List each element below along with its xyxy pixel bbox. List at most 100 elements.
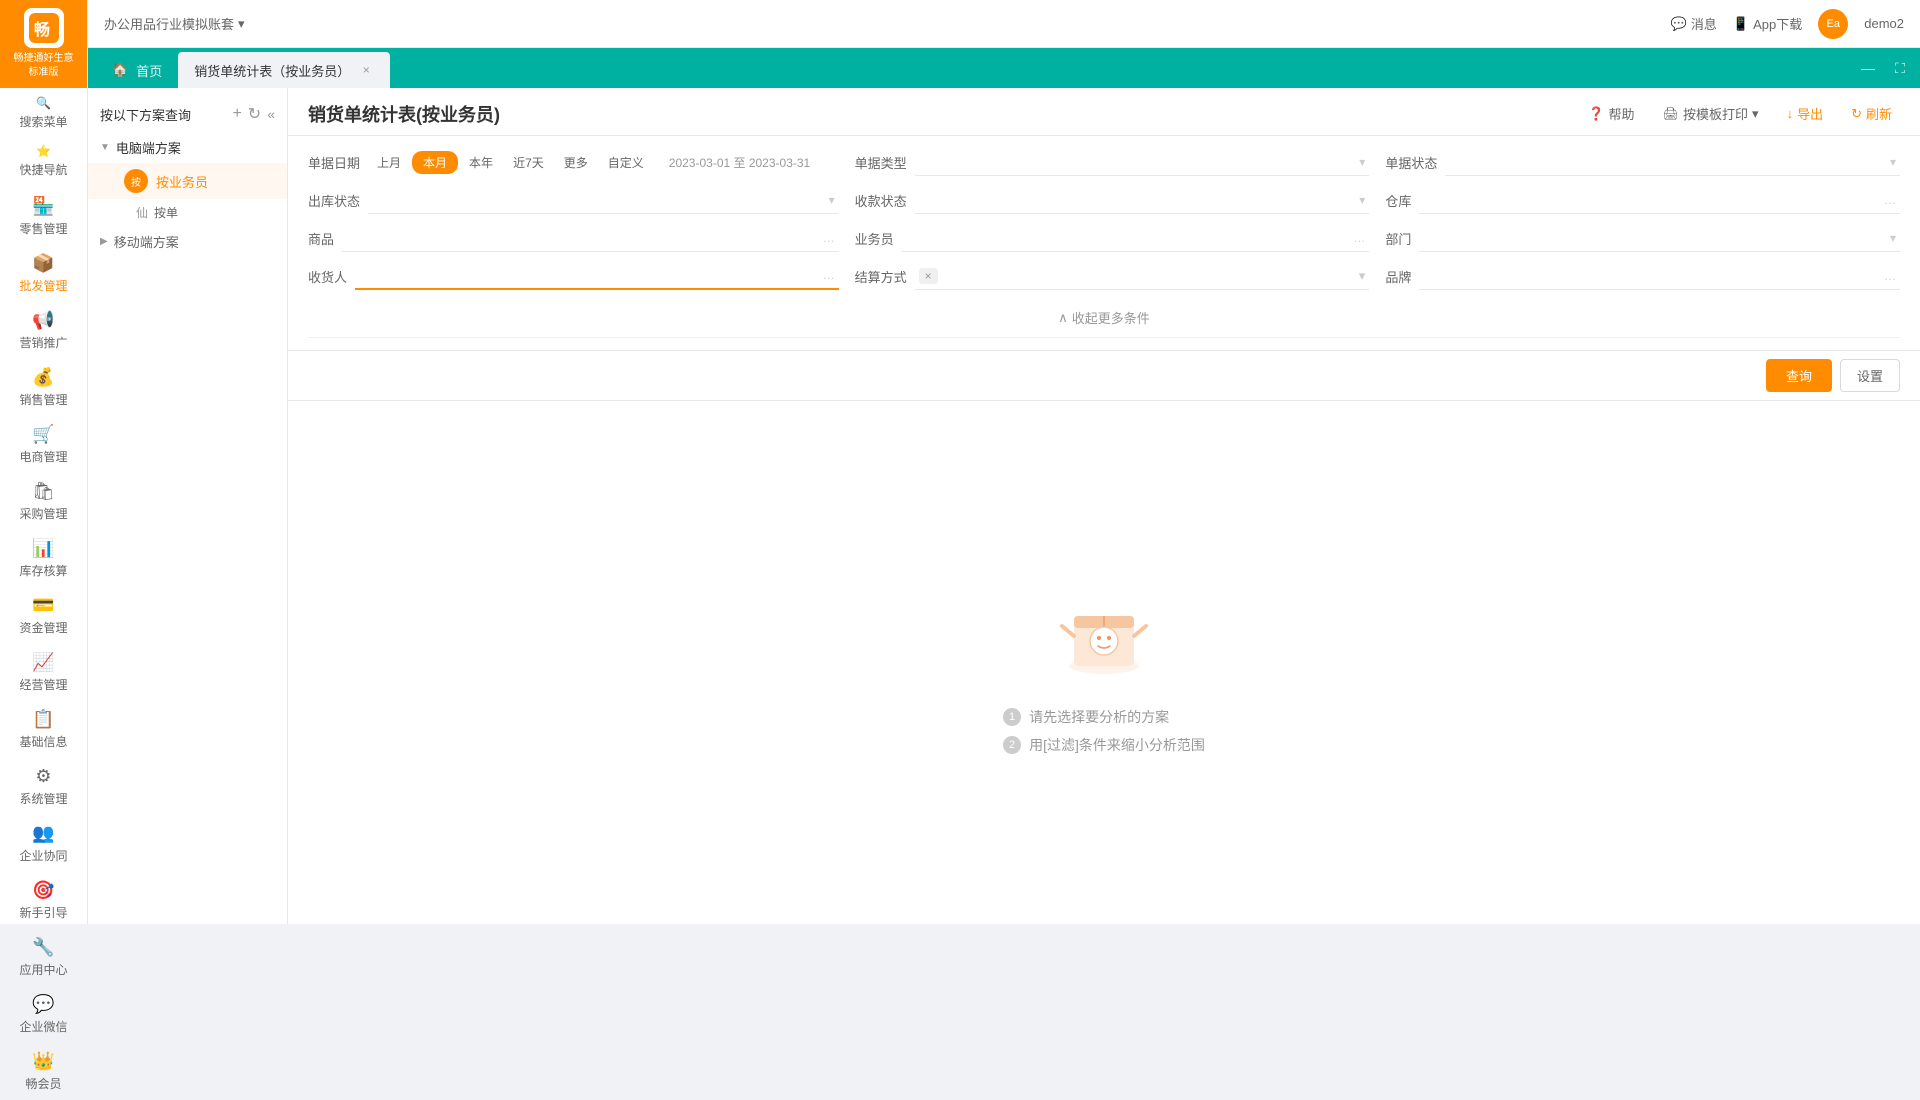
guide-icon: 🎯 [32, 880, 54, 901]
home-icon: 🏠 [112, 62, 128, 78]
sidebar-search-item[interactable]: 🔍 搜索菜单 [0, 88, 87, 138]
refresh-btn[interactable]: ↻ 刷新 [1843, 100, 1900, 127]
tab-maximize-btn[interactable]: ⛶ [1888, 56, 1912, 80]
sidebar-item-collab[interactable]: 👥 企业协同 [0, 815, 87, 872]
date-more-btn[interactable]: 更多 [555, 151, 597, 174]
sidebar-item-basic[interactable]: 📋 基础信息 [0, 701, 87, 758]
date-prev-btn[interactable]: 上月 [368, 151, 410, 174]
management-icon: 📈 [32, 652, 54, 673]
sidebar-item-inventory-label: 库存核算 [19, 562, 67, 579]
search-icon: 🔍 [36, 96, 51, 110]
msg-icon: 💬 [1671, 16, 1687, 32]
sidebar-item-system[interactable]: ⚙ 系统管理 [0, 758, 87, 815]
print-btn[interactable]: 🖨 按模板打印 ▾ [1655, 100, 1767, 127]
empty-text-block: 1 请先选择要分析的方案 2 用[过滤]条件来缩小分析范围 [1003, 707, 1205, 755]
download-icon: 📱 [1733, 16, 1749, 32]
consignee-dots: … [823, 268, 835, 282]
sidebar-item-wholesale-label: 批发管理 [19, 277, 67, 294]
date-custom-btn[interactable]: 自定义 [599, 151, 653, 174]
hint-num-2: 2 [1003, 736, 1021, 754]
sidebar-item-management[interactable]: 📈 经营管理 [0, 644, 87, 701]
export-btn[interactable]: ↓ 导出 [1779, 100, 1832, 127]
sidebar-item-sales[interactable]: 💰 销售管理 [0, 359, 87, 416]
query-button[interactable]: 查询 [1766, 359, 1832, 392]
refresh-label: 刷新 [1866, 104, 1892, 123]
tab-home[interactable]: 🏠 首页 [96, 52, 178, 88]
topbar-download-btn[interactable]: 📱 App下载 [1733, 14, 1802, 33]
sidebar-item-finance[interactable]: 💳 资金管理 [0, 587, 87, 644]
date-cur-btn[interactable]: 本月 [412, 151, 458, 174]
sidebar-item-wholesale[interactable]: 📦 批发管理 [0, 245, 87, 302]
sidebar-item-purchase[interactable]: 🛍 采购管理 [0, 473, 87, 530]
scheme-panel: 按以下方案查询 + ↻ « ▼ 电脑端方案 按 按业务员 仙 按 [88, 88, 288, 924]
logo-icon: 畅 [24, 8, 64, 48]
wechat-icon: 💬 [32, 994, 54, 1015]
goods-input[interactable]: … [342, 224, 839, 252]
date-year-btn[interactable]: 本年 [460, 151, 502, 174]
scheme-collapse-btn[interactable]: « [267, 106, 275, 122]
topbar: 办公用品行业模拟账套 ▾ 💬 消息 📱 App下载 Ea demo2 [88, 0, 1920, 48]
brand-input[interactable]: … [1419, 262, 1900, 290]
sidebar-item-retail[interactable]: 🏪 零售管理 [0, 188, 87, 245]
sidebar-search-label: 搜索菜单 [19, 113, 67, 130]
warehouse-dots: … [1884, 193, 1896, 207]
dept-chevron: ▾ [1890, 231, 1896, 245]
tab-minimize-btn[interactable]: — [1856, 56, 1880, 80]
out-status-label: 出库状态 [308, 191, 360, 210]
scheme-desktop-group-header[interactable]: ▼ 电脑端方案 [88, 132, 287, 163]
tab-sales-stats[interactable]: 销货单统计表（按业务员） × [178, 52, 390, 88]
scheme-item-by-salesman[interactable]: 按 按业务员 [88, 163, 287, 199]
sidebar-item-marketing[interactable]: 📢 营销推广 [0, 302, 87, 359]
scheme-refresh-btn[interactable]: ↻ [248, 104, 261, 124]
doc-status-input[interactable]: ▾ [1445, 148, 1900, 176]
sidebar-item-ecommerce[interactable]: 🛒 电商管理 [0, 416, 87, 473]
scheme-add-btn[interactable]: + [232, 105, 241, 123]
sidebar-item-member[interactable]: 👑 畅会员 [0, 1043, 87, 1100]
tab-close-button[interactable]: × [358, 62, 374, 78]
sales-icon: 💰 [32, 367, 54, 388]
ecommerce-icon: 🛒 [32, 424, 54, 445]
sidebar-item-member-label: 畅会员 [25, 1075, 61, 1092]
settings-button[interactable]: 设置 [1840, 359, 1900, 392]
scheme-sub-order-label: 按单 [154, 204, 178, 221]
doc-type-input[interactable]: ▾ [915, 148, 1370, 176]
topbar-msg-btn[interactable]: 💬 消息 [1671, 14, 1717, 33]
filter-cell-date: 单据日期 上月 本月 本年 近7天 更多 自定义 2023-03-01 至 20… [308, 151, 839, 174]
scheme-item-salesman-label: 按业务员 [156, 172, 208, 191]
settlement-input[interactable]: × ▾ [915, 262, 1370, 290]
warehouse-input[interactable]: … [1419, 186, 1900, 214]
scheme-desktop-label: 电脑端方案 [116, 138, 181, 157]
settlement-tag-close[interactable]: × [925, 269, 932, 283]
dept-input[interactable]: ▾ [1419, 224, 1900, 252]
filter-cell-dept: 部门 ▾ [1369, 224, 1900, 252]
sidebar-item-ecommerce-label: 电商管理 [19, 448, 67, 465]
help-btn[interactable]: ❓ 帮助 [1580, 100, 1642, 127]
scheme-sub-item-by-order[interactable]: 仙 按单 [88, 199, 287, 226]
sidebar-item-apps[interactable]: 🔧 应用中心 [0, 929, 87, 986]
purchase-icon: 🛍 [32, 481, 55, 502]
date-label: 单据日期 [308, 153, 360, 172]
doc-status-chevron: ▾ [1890, 155, 1896, 169]
sidebar-item-inventory[interactable]: 📊 库存核算 [0, 530, 87, 587]
sidebar-item-wechat[interactable]: 💬 企业微信 [0, 986, 87, 1043]
consignee-input[interactable]: … [355, 262, 839, 290]
print-chevron: ▾ [1752, 106, 1759, 122]
receipt-status-input[interactable]: ▾ [915, 186, 1370, 214]
date-week-btn[interactable]: 近7天 [504, 151, 553, 174]
topbar-msg-label: 消息 [1691, 14, 1717, 33]
doc-type-chevron: ▾ [1359, 155, 1365, 169]
warehouse-label: 仓库 [1385, 191, 1411, 210]
sidebar-logo[interactable]: 畅 畅捷通好生意标准版 [0, 0, 87, 88]
user-avatar[interactable]: Ea [1818, 9, 1848, 39]
collapse-btn[interactable]: ∧ 收起更多条件 [1046, 304, 1162, 331]
scheme-mobile-group[interactable]: ▶ 移动端方案 [88, 226, 287, 257]
scheme-group-arrow: ▼ [100, 142, 110, 153]
sidebar-item-guide[interactable]: 🎯 新手引导 [0, 872, 87, 929]
topbar-suite-dropdown[interactable]: 办公用品行业模拟账套 ▾ [104, 14, 245, 33]
out-status-input[interactable]: ▾ [368, 186, 839, 214]
user-name[interactable]: demo2 [1864, 16, 1904, 31]
sidebar-item-apps-label: 应用中心 [19, 961, 67, 978]
filter-row-4: 收货人 … 结算方式 × ▾ [308, 262, 1900, 290]
sidebar-shortcut-item[interactable]: ⭐ 快捷导航 [0, 138, 87, 184]
salesman-input[interactable]: … [902, 224, 1370, 252]
